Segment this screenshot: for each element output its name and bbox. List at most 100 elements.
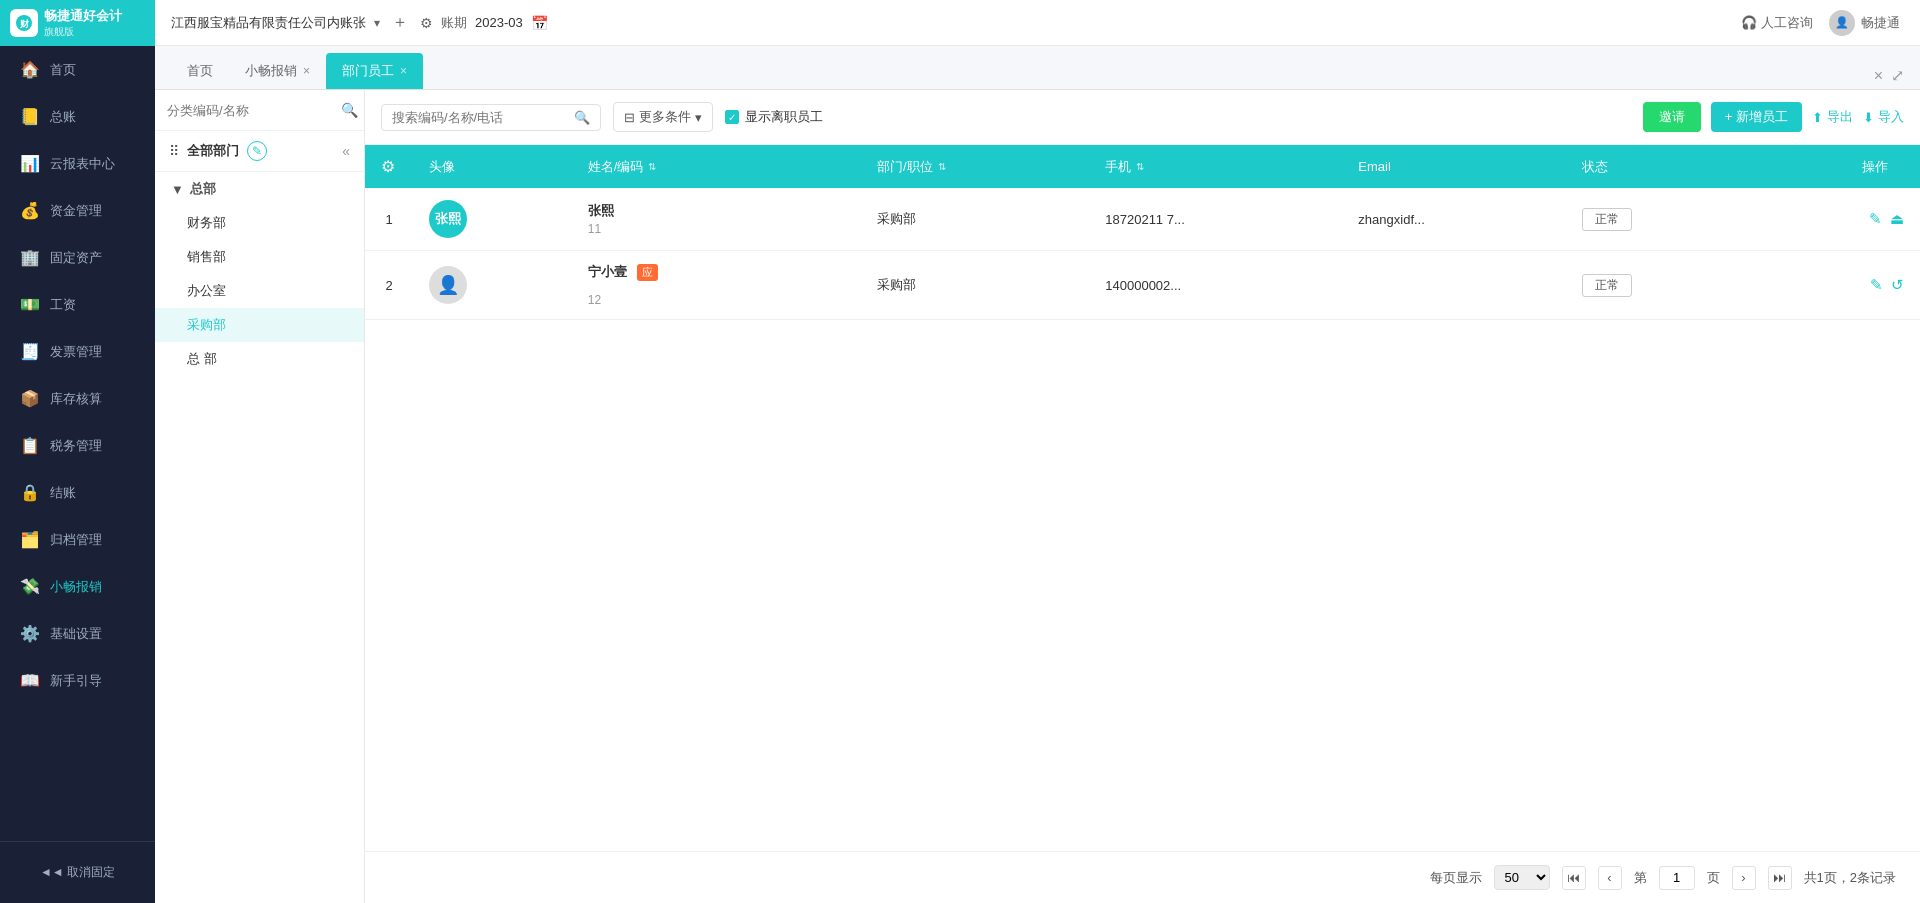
sidebar-item-reports[interactable]: 📊 云报表中心 [0,140,155,187]
import-label: 导入 [1878,108,1904,126]
row1-index: 1 [365,188,413,251]
sidebar-item-close[interactable]: 🔒 结账 [0,469,155,516]
svg-text:财: 财 [19,19,30,29]
sidebar-item-xiaochangbx[interactable]: 💸 小畅报销 [0,563,155,610]
emp-search-input[interactable] [392,110,568,125]
company-dropdown-btn[interactable]: ▾ [374,16,380,30]
dept-header: ⠿ 全部部门 ✎ « [155,131,364,172]
tab-dept-emp-label: 部门员工 [342,62,394,80]
table-settings-icon[interactable]: ⚙ [381,158,395,175]
th-phone[interactable]: 手机 ⇅ [1089,145,1342,188]
invite-btn[interactable]: 邀请 [1643,102,1701,132]
tab-dept-emp[interactable]: 部门员工 × [326,53,423,89]
filter-btn[interactable]: ⊟ 更多条件 ▾ [613,102,713,132]
tab-xiaochangbx[interactable]: 小畅报销 × [229,53,326,89]
row1-deactivate-btn[interactable]: ⏏ [1890,210,1904,228]
sidebar-label-assets: 固定资产 [50,249,102,267]
th-email: Email [1342,145,1566,188]
th-name[interactable]: 姓名/编码 ⇅ [572,145,861,188]
dept-edit-btn[interactable]: ✎ [247,141,267,161]
per-page-select[interactable]: 50 20 100 [1494,865,1550,890]
page-first-btn[interactable]: ⏮ [1562,866,1586,890]
th-avatar: 头像 [413,145,572,188]
th-status: 状态 [1566,145,1752,188]
settings-gear-btn[interactable]: ⚙ [420,15,433,31]
emp-search-icon[interactable]: 🔍 [574,110,590,125]
name-sort-icon[interactable]: ⇅ [648,161,656,172]
th-settings[interactable]: ⚙ [365,145,413,188]
page-next-btn[interactable]: › [1732,866,1756,890]
page-prev-btn[interactable]: ‹ [1598,866,1622,890]
dept-search-input[interactable] [167,103,335,118]
dept-grid-icon: ⠿ [169,143,179,159]
dept-item-xiaoshoubu[interactable]: 销售部 [155,240,364,274]
cancel-fixed-label: ◄◄ 取消固定 [40,864,115,881]
sidebar-item-inventory[interactable]: 📦 库存核算 [0,375,155,422]
row1-avatar-cell: 张熙 [413,188,572,251]
company-name: 江西服宝精品有限责任公司内账张 [171,14,366,32]
sidebar-item-archive[interactable]: 🗂️ 归档管理 [0,516,155,563]
home-icon: 🏠 [20,60,40,79]
export-btn[interactable]: ⬆ 导出 [1812,102,1853,132]
th-dept[interactable]: 部门/职位 ⇅ [861,145,1089,188]
sidebar-item-tax[interactable]: 📋 税务管理 [0,422,155,469]
resigned-checkbox[interactable]: ✓ [725,110,739,124]
dept-search-icon[interactable]: 🔍 [341,102,358,118]
sidebar-label-funds: 资金管理 [50,202,102,220]
cancel-fixed-btn[interactable]: ◄◄ 取消固定 [0,854,155,891]
sidebar-item-assets[interactable]: 🏢 固定资产 [0,234,155,281]
logo-icon: 财 [10,9,38,37]
row1-phone: 18720211 7... [1089,188,1342,251]
row2-restore-btn[interactable]: ↺ [1891,276,1904,294]
show-resigned-label: 显示离职员工 [745,108,823,126]
sidebar-label-invoice: 发票管理 [50,343,102,361]
dept-label-bangongshi: 办公室 [187,282,226,300]
page-input[interactable] [1659,866,1695,890]
tab-home-label: 首页 [187,62,213,80]
tab-home[interactable]: 首页 [171,53,229,89]
user-area[interactable]: 👤 畅捷通 [1829,10,1900,36]
add-emp-btn[interactable]: + 新增员工 [1711,102,1802,132]
row1-edit-btn[interactable]: ✎ [1869,210,1882,228]
phone-sort-icon[interactable]: ⇅ [1136,161,1144,172]
sidebar-item-funds[interactable]: 💰 资金管理 [0,187,155,234]
dept-item-zongbu[interactable]: ▼ 总部 [155,172,364,206]
maximize-btn[interactable]: ⤢ [1891,66,1904,85]
service-btn[interactable]: 🎧 人工咨询 [1741,14,1813,32]
calendar-btn[interactable]: 📅 [531,15,548,31]
import-icon: ⬇ [1863,110,1874,125]
tab-dept-emp-close[interactable]: × [400,64,407,78]
dept-item-bangongshi[interactable]: 办公室 [155,274,364,308]
dept-collapse-btn[interactable]: « [342,143,350,159]
all-dept-label: 全部部门 [187,142,239,160]
dept-item-zongbu2[interactable]: 总 部 [155,342,364,376]
headset-icon: 🎧 [1741,15,1757,30]
status-badge: 正常 [1582,274,1632,297]
dept-item-caiwubu[interactable]: 财务部 [155,206,364,240]
row1-name-cell: 张熙 11 [572,188,861,251]
row1-name: 张熙 [588,202,845,220]
emp-table: ⚙ 头像 姓名/编码 ⇅ [365,145,1920,320]
sidebar-item-guide[interactable]: 📖 新手引导 [0,657,155,704]
sidebar-item-ledger[interactable]: 📒 总账 [0,93,155,140]
sidebar-item-home[interactable]: 🏠 首页 [0,46,155,93]
sidebar-item-settings[interactable]: ⚙️ 基础设置 [0,610,155,657]
page-last-btn[interactable]: ⏭ [1768,866,1792,890]
tax-icon: 📋 [20,436,40,455]
sidebar-item-payroll[interactable]: 💵 工资 [0,281,155,328]
tab-xiaochangbx-close[interactable]: × [303,64,310,78]
add-company-btn[interactable]: ＋ [388,12,412,33]
show-resigned-toggle[interactable]: ✓ 显示离职员工 [725,108,823,126]
logo-text-block: 畅捷通好会计 旗舰版 [44,7,122,39]
dept-sort-icon[interactable]: ⇅ [938,161,946,172]
sidebar-label-inventory: 库存核算 [50,390,102,408]
import-btn[interactable]: ⬇ 导入 [1863,102,1904,132]
sidebar-label-home: 首页 [50,61,76,79]
close-tab-btn[interactable]: × [1874,67,1883,85]
filter-chevron-icon: ▾ [695,110,702,125]
page-suffix: 页 [1707,869,1720,887]
dept-item-caigoubu[interactable]: 采购部 [155,308,364,342]
row2-edit-btn[interactable]: ✎ [1870,276,1883,294]
avatar: 张熙 [429,200,467,238]
sidebar-item-invoice[interactable]: 🧾 发票管理 [0,328,155,375]
